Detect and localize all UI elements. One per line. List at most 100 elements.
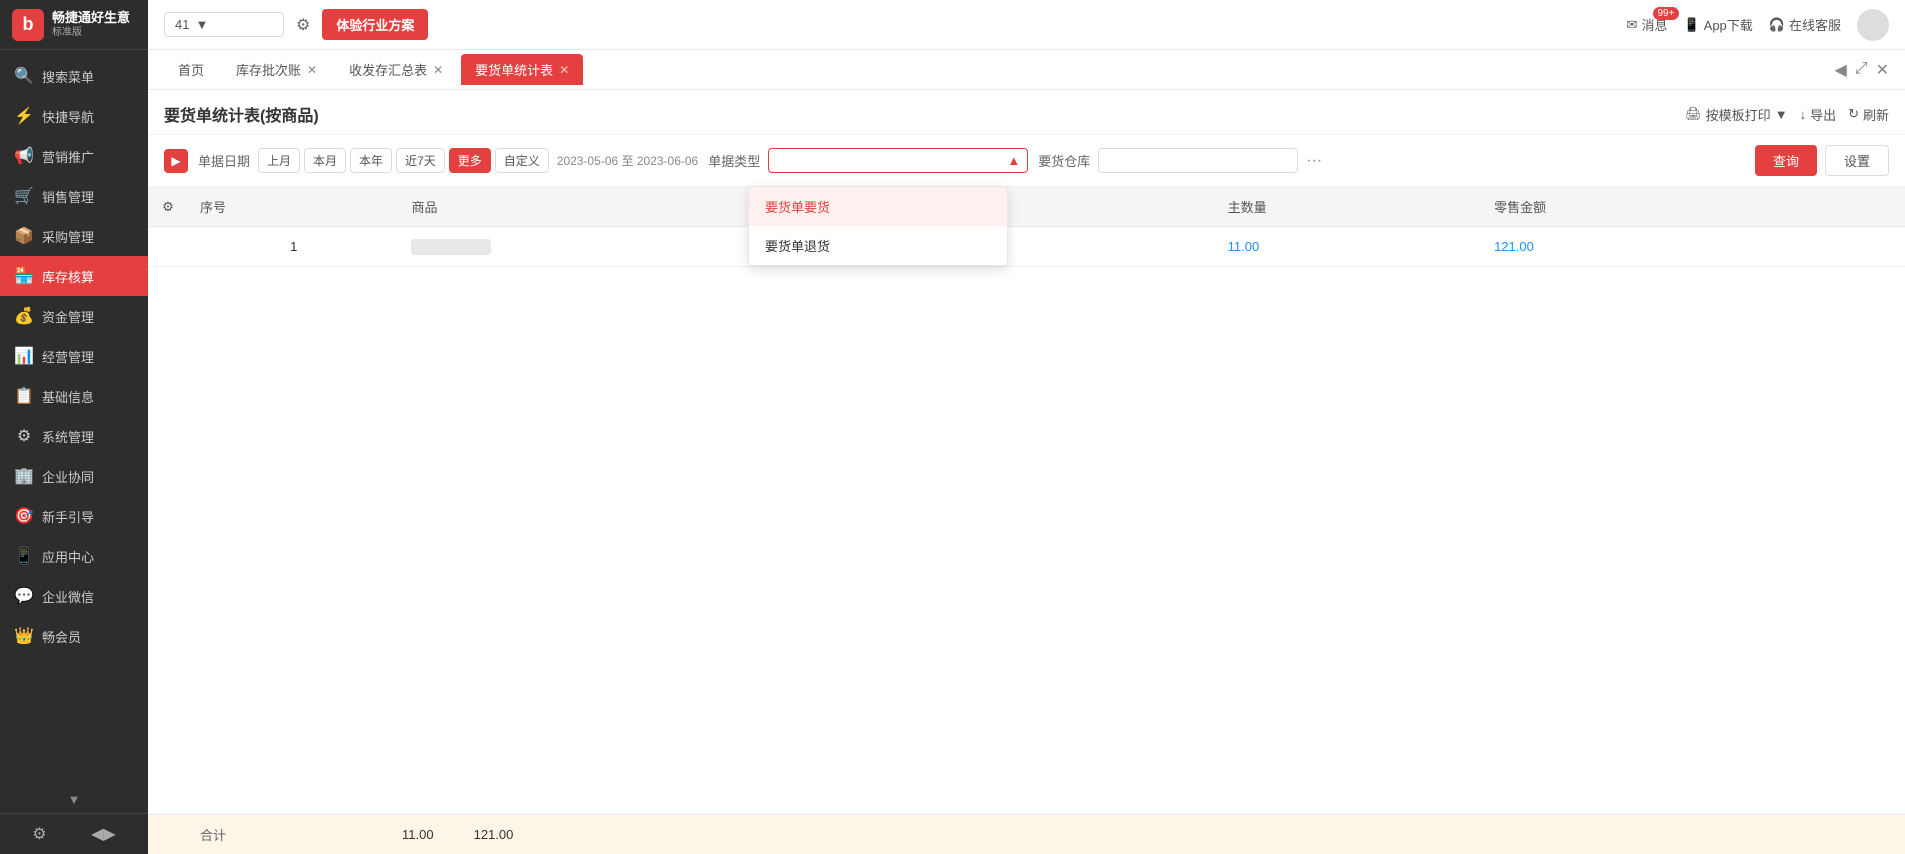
sidebar-scroll-down[interactable]: ▼ (0, 786, 148, 813)
messages-button[interactable]: ✉ 消息 99+ (1627, 15, 1668, 34)
close-icon[interactable]: ✕ (559, 63, 569, 77)
print-button[interactable]: 🖨 按模板打印 ▼ (1685, 105, 1787, 124)
user-avatar[interactable] (1857, 9, 1889, 41)
sales-icon: 🛒 (14, 186, 34, 206)
tabs-bar: 首页 库存批次账 ✕ 收发存汇总表 ✕ 要货单统计表 ✕ ◀ ⤢ ✕ (148, 50, 1905, 90)
page-content: 要货单统计表(按商品) 🖨 按模板打印 ▼ ↓ 导出 ↻ 刷新 ▶ (148, 90, 1905, 854)
purchase-icon: 📦 (14, 226, 34, 246)
date-7days-btn[interactable]: 近7天 (396, 148, 445, 173)
online-service-button[interactable]: 🎧 在线客服 (1769, 15, 1841, 34)
sidebar-item-purchase[interactable]: 📦 采购管理 (0, 216, 148, 256)
sidebar-item-search[interactable]: 🔍 搜索菜单 (0, 56, 148, 96)
filter-settings-button[interactable]: 设置 (1825, 145, 1889, 176)
close-icon[interactable]: ✕ (307, 63, 317, 77)
basic-icon: 📋 (14, 386, 34, 406)
sidebar-item-inventory[interactable]: 🏪 库存核算 (0, 256, 148, 296)
brand-name: 畅捷通好生意 (52, 10, 130, 27)
sidebar-item-label: 系统管理 (42, 427, 94, 446)
sidebar-nav: 🔍 搜索菜单 ⚡ 快捷导航 📢 营销推广 🛒 销售管理 📦 采购管理 🏪 库存核… (0, 50, 148, 786)
cell-settings (148, 227, 188, 267)
page-title: 要货单统计表(按商品) (164, 102, 319, 126)
tab-scroll-left-icon[interactable]: ◀ (1834, 60, 1846, 80)
sidebar-item-label: 营销推广 (42, 147, 94, 166)
footer-label: 合计 (160, 825, 226, 844)
tab-inventory-batch[interactable]: 库存批次账 ✕ (222, 54, 331, 85)
warehouse-input[interactable] (1098, 148, 1298, 173)
data-table: ⚙ 序号 商品 主计量单位 主数量 零售金额 1 (148, 187, 1905, 267)
amount-link[interactable]: 121.00 (1494, 239, 1534, 254)
sidebar-item-guide[interactable]: 🎯 新手引导 (0, 496, 148, 536)
dropdown-item-order-req[interactable]: 要货单要货 (749, 187, 1007, 226)
chevron-down-icon: ▼ (195, 17, 208, 32)
sidebar-item-member[interactable]: 👑 畅会员 (0, 616, 148, 656)
cell-amount: 121.00 (1482, 227, 1803, 267)
sidebar-item-label: 新手引导 (42, 507, 94, 526)
sidebar-item-label: 基础信息 (42, 387, 94, 406)
filter-expand-button[interactable]: ▶ (164, 149, 188, 173)
topbar-right: ✉ 消息 99+ 📱 App下载 🎧 在线客服 (1627, 9, 1889, 41)
chevron-up-icon[interactable]: ▲ (1007, 153, 1020, 168)
chevron-down-icon: ▼ (1775, 107, 1788, 122)
sidebar-item-wechat[interactable]: 💬 企业微信 (0, 576, 148, 616)
gear-icon[interactable]: ⚙ (296, 15, 310, 35)
page-header: 要货单统计表(按商品) 🖨 按模板打印 ▼ ↓ 导出 ↻ 刷新 (148, 90, 1905, 135)
sidebar-item-label: 快捷导航 (42, 107, 94, 126)
sidebar-item-finance[interactable]: 💰 资金管理 (0, 296, 148, 336)
app-download-button[interactable]: 📱 App下载 (1683, 15, 1752, 34)
page-actions: 🖨 按模板打印 ▼ ↓ 导出 ↻ 刷新 (1685, 105, 1889, 124)
warehouse-filter-section: 要货仓库 ··· (1038, 148, 1322, 173)
query-button[interactable]: 查询 (1755, 145, 1817, 176)
sidebar-item-apps[interactable]: 📱 应用中心 (0, 536, 148, 576)
export-button[interactable]: ↓ 导出 (1800, 105, 1837, 124)
trial-button[interactable]: 体验行业方案 (322, 9, 428, 40)
date-more-btn[interactable]: 更多 (449, 148, 491, 173)
cell-qty: 11.00 (1216, 227, 1482, 267)
dropdown-item-order-ret[interactable]: 要货单退货 (749, 226, 1007, 265)
tab-order-summary[interactable]: 要货单统计表 ✕ (461, 54, 583, 85)
sidebar-item-quick[interactable]: ⚡ 快捷导航 (0, 96, 148, 136)
type-dropdown: 要货单要货 要货单退货 (748, 186, 1008, 266)
sidebar-bottom: ⚙ ◀▶ (0, 813, 148, 854)
store-selector[interactable]: 41 ▼ (164, 12, 284, 37)
sidebar-item-company[interactable]: 🏢 企业协同 (0, 456, 148, 496)
sidebar-item-label: 企业微信 (42, 587, 94, 606)
date-curr-year-btn[interactable]: 本年 (350, 148, 392, 173)
main-area: 41 ▼ ⚙ 体验行业方案 ✉ 消息 99+ 📱 App下载 🎧 在线客服 首页 (148, 0, 1905, 854)
more-options-icon[interactable]: ··· (1306, 152, 1322, 170)
quick-icon: ⚡ (14, 106, 34, 126)
column-settings[interactable]: ⚙ (148, 187, 188, 227)
sidebar-item-label: 资金管理 (42, 307, 94, 326)
logo-text: 畅捷通好生意 标准版 (52, 10, 130, 40)
store-name: 41 (175, 17, 189, 32)
sidebar-item-label: 库存核算 (42, 267, 94, 286)
cell-no: 1 (188, 227, 399, 267)
date-curr-month-btn[interactable]: 本月 (304, 148, 346, 173)
tab-expand-icon[interactable]: ⤢ (1855, 60, 1868, 80)
operation-icon: 📊 (14, 346, 34, 366)
collapse-icon[interactable]: ◀▶ (91, 824, 116, 844)
guide-icon: 🎯 (14, 506, 34, 526)
refresh-button[interactable]: ↻ 刷新 (1848, 105, 1889, 124)
tab-home[interactable]: 首页 (164, 54, 218, 85)
message-badge: 99+ (1653, 7, 1680, 20)
sidebar-item-basic[interactable]: 📋 基础信息 (0, 376, 148, 416)
sidebar-item-label: 畅会员 (42, 627, 81, 646)
tab-receivable-summary[interactable]: 收发存汇总表 ✕ (335, 54, 457, 85)
close-icon[interactable]: ✕ (433, 63, 443, 77)
sidebar-item-sales[interactable]: 🛒 销售管理 (0, 176, 148, 216)
tab-close-all-icon[interactable]: ✕ (1876, 60, 1889, 80)
sidebar-item-operation[interactable]: 📊 经营管理 (0, 336, 148, 376)
sidebar-item-marketing[interactable]: 📢 营销推广 (0, 136, 148, 176)
column-spacer (1804, 187, 1905, 227)
service-icon: 🎧 (1769, 17, 1785, 33)
date-custom-btn[interactable]: 自定义 (495, 148, 549, 173)
type-input[interactable] (768, 148, 1028, 173)
sidebar-item-system[interactable]: ⚙ 系统管理 (0, 416, 148, 456)
sidebar-item-label: 销售管理 (42, 187, 94, 206)
settings-icon[interactable]: ⚙ (32, 824, 46, 844)
footer-qty: 11.00 (402, 827, 434, 842)
sidebar: b 畅捷通好生意 标准版 🔍 搜索菜单 ⚡ 快捷导航 📢 营销推广 🛒 销售管理… (0, 0, 148, 854)
qty-link[interactable]: 11.00 (1228, 239, 1260, 254)
system-icon: ⚙ (14, 426, 34, 446)
date-prev-month-btn[interactable]: 上月 (258, 148, 300, 173)
